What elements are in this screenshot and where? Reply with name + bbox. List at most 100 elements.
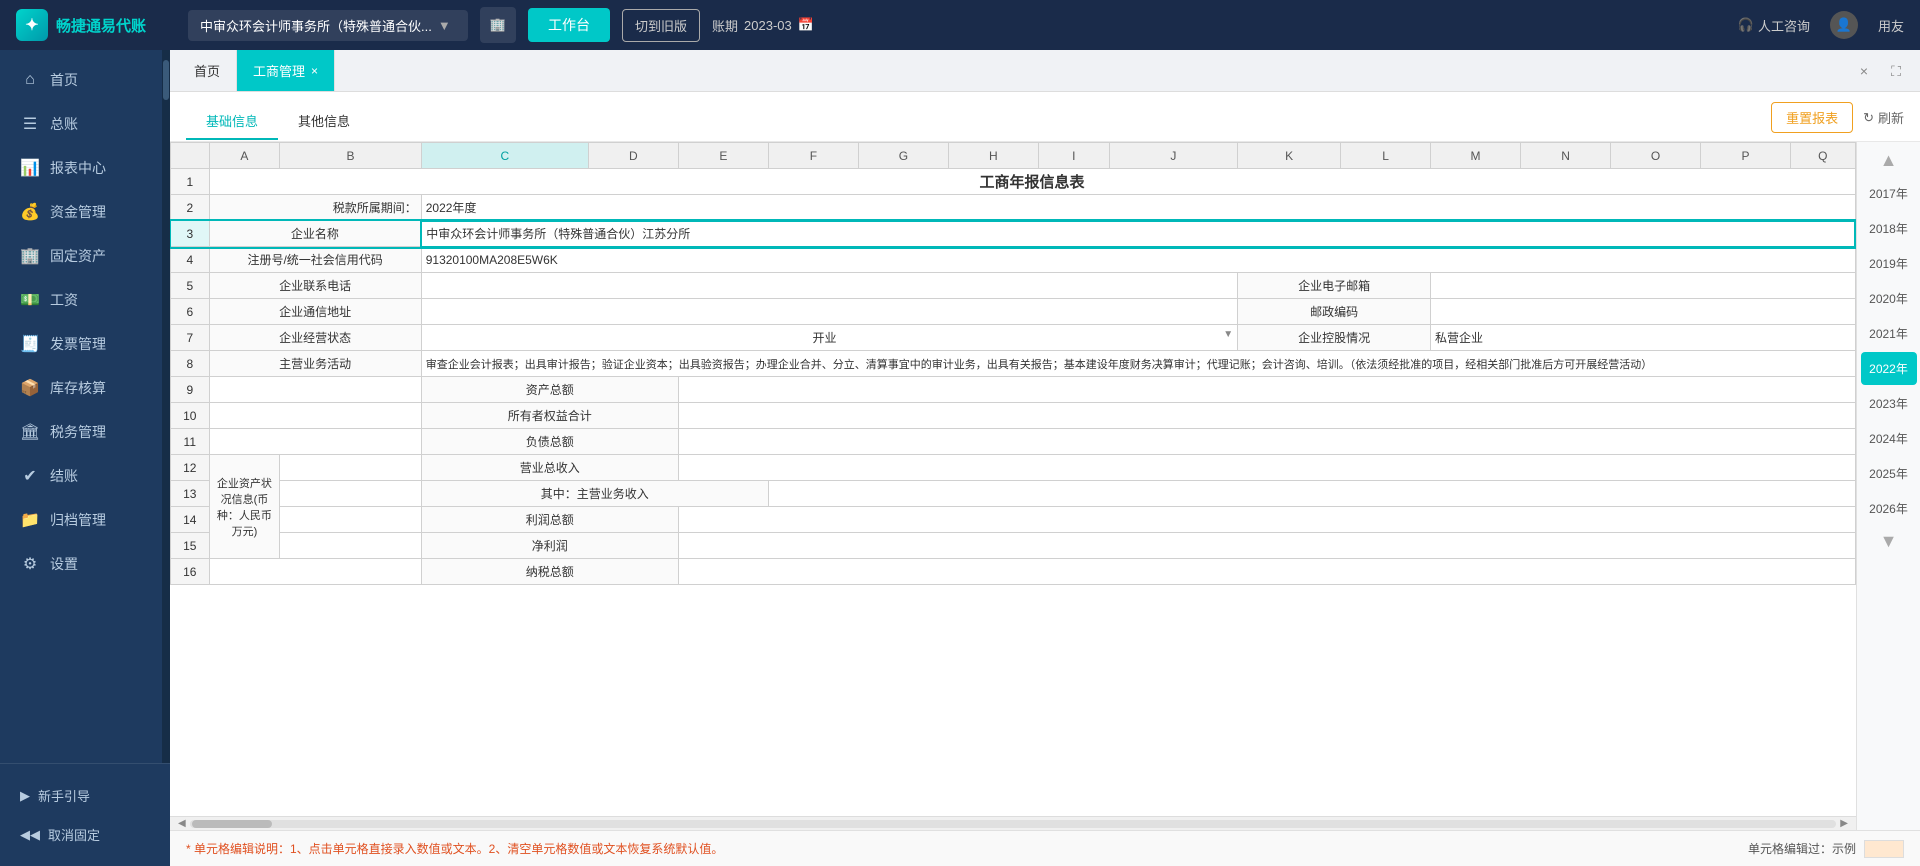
- col-header-e[interactable]: E: [678, 143, 768, 169]
- sidebar-item-ledger[interactable]: ☰ 总账: [0, 102, 162, 146]
- sheet-container: A B C D E F G H I J: [170, 142, 1920, 830]
- col-header-i[interactable]: I: [1038, 143, 1109, 169]
- year-item-2024[interactable]: 2024年: [1861, 422, 1917, 455]
- col-header-n[interactable]: N: [1521, 143, 1611, 169]
- sidebar-item-home[interactable]: ⌂ 首页: [0, 58, 162, 102]
- row4-value[interactable]: 91320100MA208E5W6K: [421, 247, 1855, 273]
- year-down-arrow[interactable]: ▼: [1876, 527, 1902, 556]
- col-header-k[interactable]: K: [1238, 143, 1341, 169]
- refresh-button[interactable]: ↻ 刷新: [1863, 108, 1904, 127]
- workbench-button[interactable]: 工作台: [528, 8, 610, 42]
- year-item-2017[interactable]: 2017年: [1861, 177, 1917, 210]
- hscroll-left-arrow[interactable]: ◀: [174, 818, 190, 829]
- row9-value[interactable]: [678, 377, 1855, 403]
- col-header-j[interactable]: J: [1109, 143, 1238, 169]
- col-header-g[interactable]: G: [858, 143, 948, 169]
- reset-report-button[interactable]: 重置报表: [1771, 102, 1853, 133]
- horizontal-scrollbar[interactable]: ◀ ▶: [170, 816, 1856, 830]
- switch-version-button[interactable]: 切到旧版: [622, 9, 700, 42]
- col-header-d[interactable]: D: [588, 143, 678, 169]
- table-row: 1 工商年报信息表: [171, 169, 1856, 195]
- col-header-m[interactable]: M: [1431, 143, 1521, 169]
- sidebar-item-tax[interactable]: 🏛 税务管理: [0, 410, 162, 454]
- sheet-scroll[interactable]: A B C D E F G H I J: [170, 142, 1856, 816]
- row9-empty: [209, 377, 421, 403]
- sidebar-item-home-label: 首页: [50, 70, 78, 90]
- settings-icon: ⚙: [20, 554, 40, 574]
- year-item-2026[interactable]: 2026年: [1861, 492, 1917, 525]
- row5-extra-value[interactable]: [1431, 273, 1855, 299]
- sidebar-item-inventory-label: 库存核算: [50, 378, 106, 398]
- company-selector[interactable]: 中审众环会计师事务所（特殊普通合伙... ▼: [188, 10, 468, 41]
- row3-value[interactable]: 中审众环会计师事务所（特殊普通合伙）江苏分所: [421, 221, 1855, 247]
- year-item-2018[interactable]: 2018年: [1861, 212, 1917, 245]
- hscroll-thumb[interactable]: [192, 820, 272, 828]
- home-icon: ⌂: [20, 71, 40, 89]
- sidebar-item-funds[interactable]: 💰 资金管理: [0, 190, 162, 234]
- row5-value[interactable]: [421, 273, 1237, 299]
- year-item-2019[interactable]: 2019年: [1861, 247, 1917, 280]
- service-label: 人工咨询: [1758, 16, 1810, 35]
- sidebar-item-guide[interactable]: ▶ 新手引导: [0, 776, 170, 815]
- hscroll-track[interactable]: [190, 820, 1837, 828]
- col-header-l[interactable]: L: [1341, 143, 1431, 169]
- row6-extra-value[interactable]: [1431, 299, 1855, 325]
- col-header-o[interactable]: O: [1611, 143, 1701, 169]
- sidebar-item-unpin[interactable]: ◀◀ 取消固定: [0, 815, 170, 854]
- row11-value[interactable]: [678, 429, 1855, 455]
- tab-commerce[interactable]: 工商管理 ×: [237, 50, 335, 91]
- year-item-2020[interactable]: 2020年: [1861, 282, 1917, 315]
- row13-value[interactable]: [768, 481, 1855, 507]
- row6-label: 企业通信地址: [209, 299, 421, 325]
- row16-value[interactable]: [678, 559, 1855, 585]
- row7-value[interactable]: 开业▼: [421, 325, 1237, 351]
- hscroll-right-arrow[interactable]: ▶: [1836, 818, 1852, 829]
- sidebar-item-archive[interactable]: 📁 归档管理: [0, 498, 162, 542]
- table-row: 10 所有者权益合计: [171, 403, 1856, 429]
- table-row: 7 企业经营状态 开业▼ 企业控股情况 私营企业: [171, 325, 1856, 351]
- year-item-2021[interactable]: 2021年: [1861, 317, 1917, 350]
- year-up-arrow[interactable]: ▲: [1876, 146, 1902, 175]
- logo-text: 畅捷通易代账: [56, 15, 146, 36]
- sidebar-item-assets[interactable]: 🏢 固定资产: [0, 234, 162, 278]
- row6-value[interactable]: [421, 299, 1237, 325]
- sub-tab-basic[interactable]: 基础信息: [186, 103, 278, 140]
- col-header-c[interactable]: C: [421, 143, 588, 169]
- service-button[interactable]: 🎧 人工咨询: [1738, 16, 1810, 35]
- sidebar-item-wages-label: 工资: [50, 290, 78, 310]
- company-icon-btn[interactable]: 🏢: [480, 7, 516, 43]
- close-button[interactable]: ×: [1852, 59, 1876, 83]
- row8-value[interactable]: 审查企业会计报表；出具审计报告；验证企业资本；出具验资报告；办理企业合并、分立、…: [421, 351, 1855, 377]
- col-header-a[interactable]: A: [209, 143, 280, 169]
- row2-value[interactable]: 2022年度: [421, 195, 1855, 221]
- logo-icon: ✦: [16, 9, 48, 41]
- sub-tab-other[interactable]: 其他信息: [278, 103, 370, 140]
- sidebar-item-invoices[interactable]: 🧾 发票管理: [0, 322, 162, 366]
- year-panel: ▲ 2017年 2018年 2019年 2020年 2021年 2022年 20…: [1856, 142, 1920, 830]
- row10-value[interactable]: [678, 403, 1855, 429]
- row12-value[interactable]: [678, 455, 1855, 481]
- year-item-2025[interactable]: 2025年: [1861, 457, 1917, 490]
- sidebar-item-inventory[interactable]: 📦 库存核算: [0, 366, 162, 410]
- col-header-q[interactable]: Q: [1791, 143, 1855, 169]
- unpin-icon: ◀◀: [20, 827, 40, 843]
- tab-close-icon[interactable]: ×: [311, 64, 318, 78]
- year-item-2022[interactable]: 2022年: [1861, 352, 1917, 385]
- sidebar-item-close[interactable]: ✔ 结账: [0, 454, 162, 498]
- calendar-icon[interactable]: 📅: [798, 17, 814, 33]
- col-header-h[interactable]: H: [948, 143, 1038, 169]
- sidebar-item-wages[interactable]: 💵 工资: [0, 278, 162, 322]
- sidebar-item-reports[interactable]: 📊 报表中心: [0, 146, 162, 190]
- col-header-p[interactable]: P: [1701, 143, 1791, 169]
- row15-value[interactable]: [678, 533, 1855, 559]
- year-item-2023[interactable]: 2023年: [1861, 387, 1917, 420]
- col-header-f[interactable]: F: [768, 143, 858, 169]
- sidebar-item-ledger-label: 总账: [50, 114, 78, 134]
- col-header-b[interactable]: B: [280, 143, 421, 169]
- row14-value[interactable]: [678, 507, 1855, 533]
- row7-extra-value[interactable]: 私营企业: [1431, 325, 1855, 351]
- sidebar-item-settings[interactable]: ⚙ 设置: [0, 542, 162, 586]
- tab-home[interactable]: 首页: [178, 50, 237, 91]
- expand-button[interactable]: ⛶: [1884, 59, 1908, 83]
- win-controls: × ⛶: [1840, 50, 1920, 92]
